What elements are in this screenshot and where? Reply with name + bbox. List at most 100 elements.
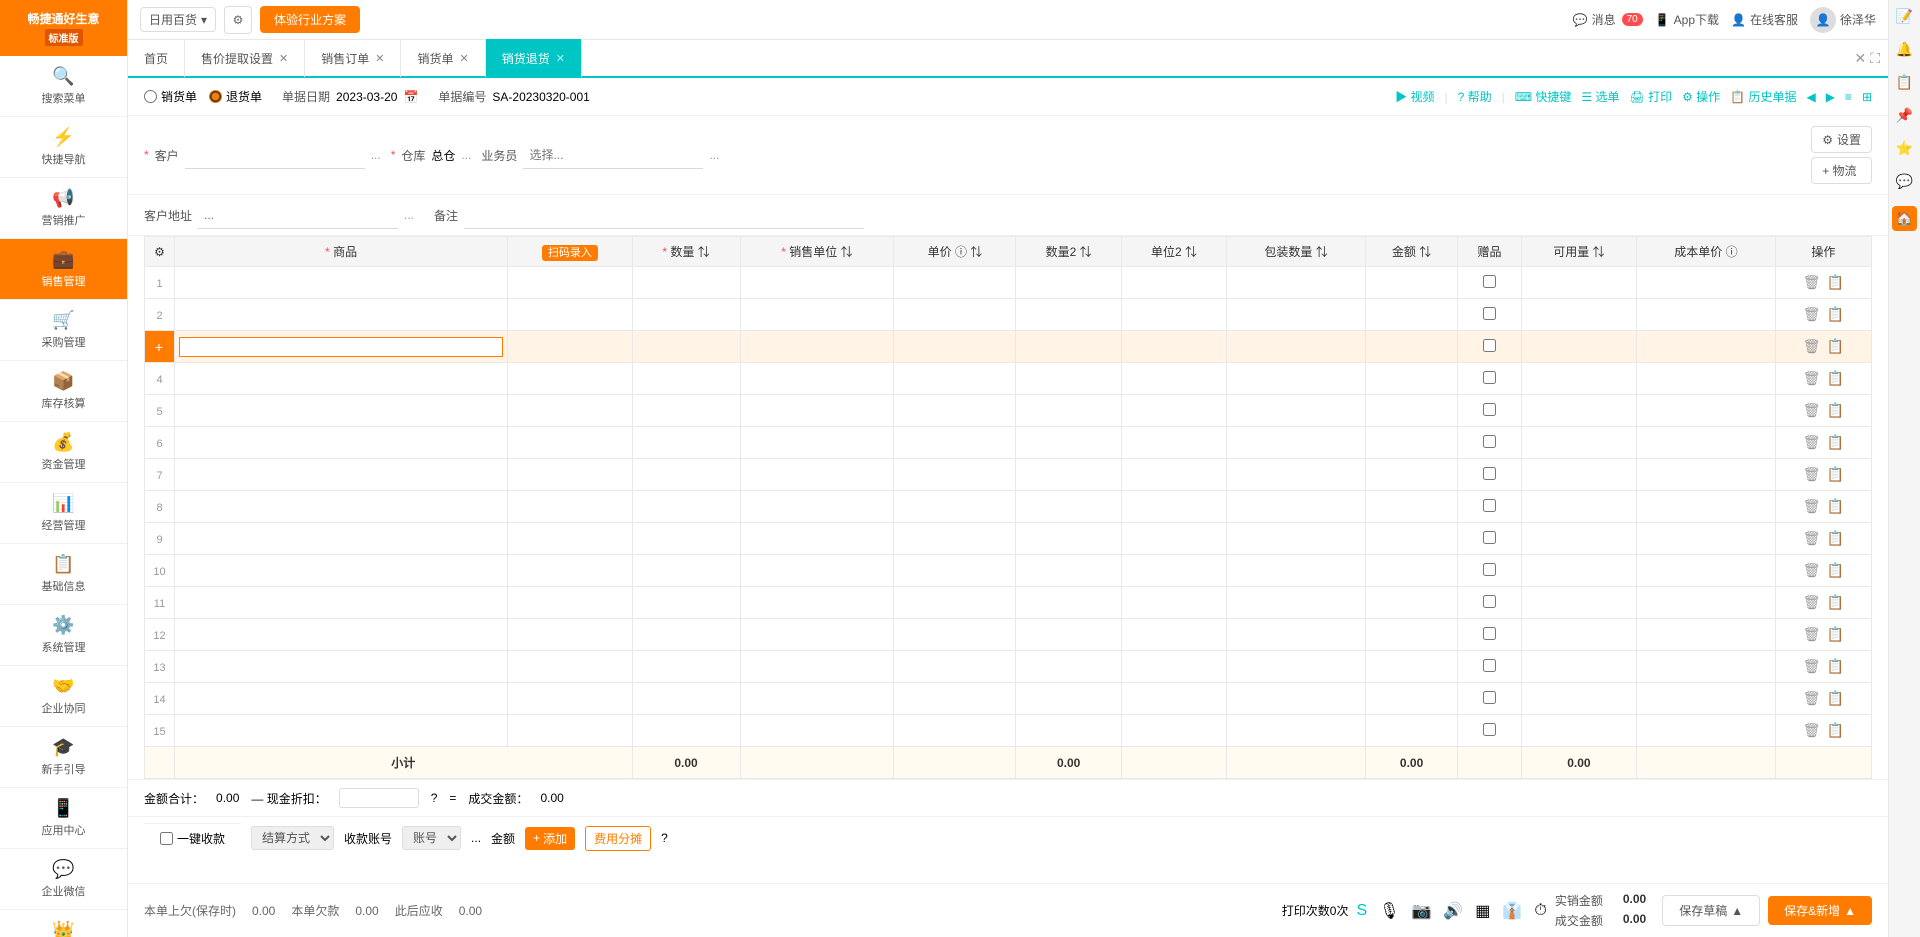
qty2-cell[interactable] [1016,555,1121,587]
amount-cell[interactable] [1365,715,1458,747]
qty-cell[interactable] [632,555,740,587]
tab-home[interactable]: 首页 [128,39,185,77]
gear-icon[interactable]: ⚙ [154,245,165,259]
qty2-cell[interactable] [1016,459,1121,491]
cost-price-cell[interactable] [1637,555,1776,587]
remark-input[interactable] [464,201,864,229]
tab-sales-delivery-close[interactable]: ✕ [460,52,469,65]
amount-cell[interactable] [1365,523,1458,555]
unit-price-cell[interactable] [894,587,1016,619]
qty2-cell[interactable] [1016,683,1121,715]
available-cell[interactable] [1521,395,1637,427]
amount-cell[interactable] [1365,267,1458,299]
amount-cell[interactable] [1365,363,1458,395]
sales-unit-cell[interactable] [740,523,894,555]
available-cell[interactable] [1521,587,1637,619]
pkg-qty-cell[interactable] [1227,395,1366,427]
help-action[interactable]: ? 帮助 [1458,88,1492,105]
sidebar-item-corp[interactable]: 🤝 企业协同 [0,666,127,727]
warehouse-dots[interactable]: ... [461,148,471,162]
cost-price-cell[interactable] [1637,459,1776,491]
print-action[interactable]: 🖨 打印 [1630,88,1673,105]
available-cell[interactable] [1521,523,1637,555]
unit-price-cell[interactable] [894,555,1016,587]
available-cell[interactable] [1521,267,1637,299]
unit2-cell[interactable] [1121,587,1226,619]
delete-row-icon[interactable]: 🗑 [1803,562,1821,579]
fee-split-button[interactable]: 费用分摊 [585,826,651,851]
address-dots[interactable]: ... [404,208,414,222]
sidebar-item-shortcut[interactable]: ⚡ 快捷导航 [0,117,127,178]
delete-row-icon[interactable]: 🗑 [1803,434,1821,451]
copy-row-icon[interactable]: 📋 [1827,498,1844,515]
close-tab-icon[interactable]: ✕ [1854,50,1866,67]
grid-view-icon[interactable]: ⊞ [1862,90,1872,104]
unit-price-cell[interactable] [894,651,1016,683]
available-cell[interactable] [1521,619,1637,651]
settlement-method-select[interactable]: 结算方式 [251,826,334,850]
qty-cell[interactable] [632,587,740,619]
unit-price-cell[interactable] [894,459,1016,491]
gift-checkbox[interactable] [1483,531,1496,544]
unit2-cell[interactable] [1121,299,1226,331]
unit-price-cell[interactable] [894,683,1016,715]
amount-cell[interactable] [1365,331,1458,363]
gift-checkbox[interactable] [1483,691,1496,704]
industry-selector[interactable]: 日用百货 ▾ [140,7,216,32]
history-action[interactable]: 📋 历史单据 [1730,88,1796,105]
right-panel-icon-6[interactable]: 💬 [1896,173,1913,190]
unit2-cell[interactable] [1121,331,1226,363]
copy-row-icon[interactable]: 📋 [1827,658,1844,675]
pkg-qty-cell[interactable] [1227,459,1366,491]
qty-cell[interactable] [632,299,740,331]
sales-unit-cell[interactable] [740,587,894,619]
qty2-cell[interactable] [1016,651,1121,683]
sidebar-item-inventory[interactable]: 📦 库存核算 [0,361,127,422]
gift-checkbox[interactable] [1483,467,1496,480]
product-input[interactable] [179,337,503,357]
copy-row-icon[interactable]: 📋 [1827,274,1844,291]
pkg-qty-cell[interactable] [1227,491,1366,523]
cost-price-cell[interactable] [1637,331,1776,363]
sales-unit-cell[interactable] [740,427,894,459]
cost-price-cell[interactable] [1637,619,1776,651]
copy-row-icon[interactable]: 📋 [1827,306,1844,323]
mic-icon[interactable]: 🎙 [1379,901,1399,921]
right-panel-icon-1[interactable]: 📝 [1896,8,1913,25]
unit2-cell[interactable] [1121,491,1226,523]
qty2-cell[interactable] [1016,363,1121,395]
avatar-icon2[interactable]: 👔 [1502,901,1522,921]
copy-row-icon[interactable]: 📋 [1827,466,1844,483]
tab-sales-delivery[interactable]: 销货单 ✕ [401,39,485,77]
copy-row-icon[interactable]: 📋 [1827,530,1844,547]
qty-cell[interactable] [632,363,740,395]
sougou-icon[interactable]: S [1356,902,1367,920]
cost-price-cell[interactable] [1637,715,1776,747]
unit-price-cell[interactable] [894,715,1016,747]
qty-cell[interactable] [632,427,740,459]
gift-checkbox[interactable] [1483,371,1496,384]
delete-row-icon[interactable]: 🗑 [1803,690,1821,707]
delete-row-icon[interactable]: 🗑 [1803,306,1821,323]
copy-row-icon[interactable]: 📋 [1827,562,1844,579]
qty-cell[interactable] [632,491,740,523]
right-panel-icon-2[interactable]: 🔔 [1896,41,1913,58]
one-click-payment-checkbox[interactable] [160,832,173,845]
sales-unit-cell[interactable] [740,267,894,299]
user-profile[interactable]: 👤 徐泽华 [1810,7,1876,33]
sidebar-item-member[interactable]: 👑 畅会员 [0,910,127,937]
gift-checkbox[interactable] [1483,627,1496,640]
unit-price-cell[interactable] [894,267,1016,299]
unit-price-cell[interactable] [894,395,1016,427]
delete-row-icon[interactable]: 🗑 [1803,722,1821,739]
sidebar-item-wechat[interactable]: 💬 企业微信 [0,849,127,910]
amount-cell[interactable] [1365,299,1458,331]
qty-cell[interactable] [632,331,740,363]
prev-icon[interactable]: ◀ [1806,90,1815,104]
cost-price-cell[interactable] [1637,491,1776,523]
gift-checkbox[interactable] [1483,563,1496,576]
gift-checkbox[interactable] [1483,339,1496,352]
clock-icon[interactable]: ⏱ [1534,902,1546,920]
qty2-cell[interactable] [1016,331,1121,363]
sales-unit-cell[interactable] [740,715,894,747]
